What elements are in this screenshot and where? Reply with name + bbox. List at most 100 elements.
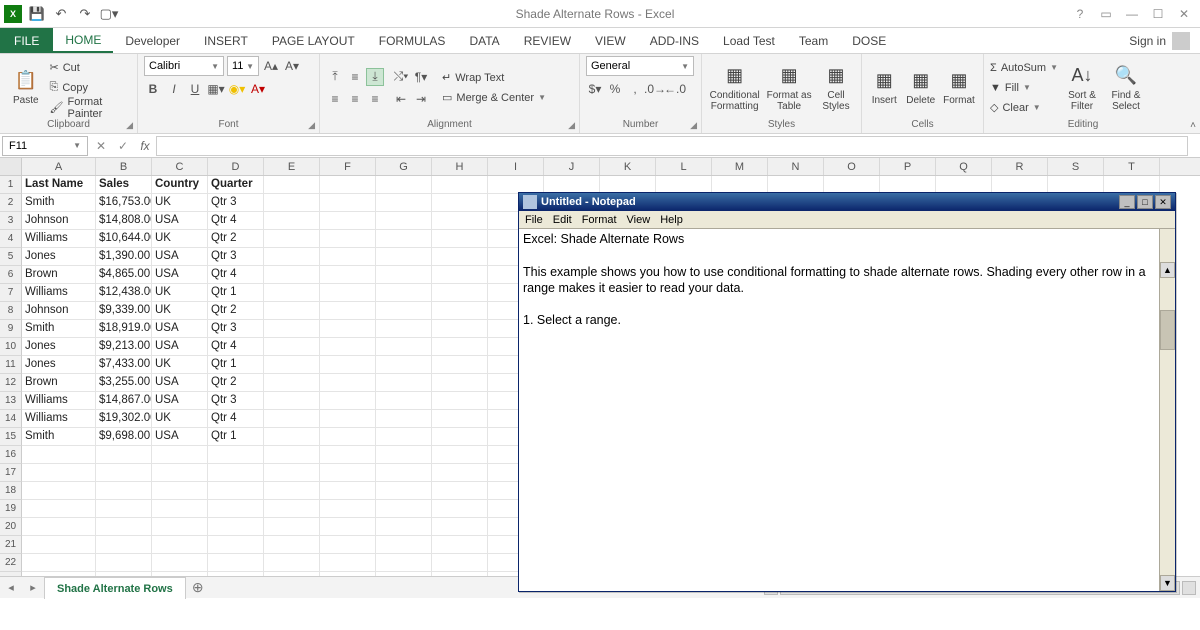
- fill-button[interactable]: ▼Fill▼: [990, 79, 1058, 97]
- cell[interactable]: $9,339.00: [96, 302, 152, 320]
- help-button[interactable]: ?: [1068, 4, 1092, 24]
- notepad-title-bar[interactable]: Untitled - Notepad _ □ ✕: [519, 193, 1175, 211]
- cell[interactable]: Qtr 4: [208, 410, 264, 428]
- column-header[interactable]: H: [432, 158, 488, 175]
- notepad-close-button[interactable]: ✕: [1155, 195, 1171, 209]
- cell[interactable]: [376, 284, 432, 302]
- cell[interactable]: [264, 230, 320, 248]
- column-header[interactable]: N: [768, 158, 824, 175]
- cell[interactable]: Qtr 4: [208, 212, 264, 230]
- cell[interactable]: [432, 410, 488, 428]
- cell[interactable]: [22, 500, 96, 518]
- row-header[interactable]: 19: [0, 500, 22, 518]
- cell[interactable]: [152, 446, 208, 464]
- cell[interactable]: [264, 500, 320, 518]
- cell[interactable]: [96, 554, 152, 572]
- row-header[interactable]: 5: [0, 248, 22, 266]
- cell[interactable]: [432, 374, 488, 392]
- cell[interactable]: Smith: [22, 320, 96, 338]
- tab-home[interactable]: HOME: [53, 28, 113, 53]
- insert-cells-button[interactable]: ▦Insert: [868, 69, 900, 106]
- cell[interactable]: [208, 554, 264, 572]
- cell[interactable]: Qtr 1: [208, 284, 264, 302]
- tab-file[interactable]: FILE: [0, 28, 53, 53]
- cell[interactable]: [432, 482, 488, 500]
- tab-view[interactable]: VIEW: [583, 28, 638, 53]
- row-header[interactable]: 18: [0, 482, 22, 500]
- cell[interactable]: [376, 464, 432, 482]
- scroll-down-icon[interactable]: ▼: [1160, 575, 1175, 591]
- cell[interactable]: [208, 464, 264, 482]
- cell[interactable]: [432, 554, 488, 572]
- cell[interactable]: [320, 356, 376, 374]
- cell[interactable]: [432, 536, 488, 554]
- cell[interactable]: [320, 284, 376, 302]
- row-header[interactable]: 22: [0, 554, 22, 572]
- cell[interactable]: [432, 212, 488, 230]
- column-header[interactable]: M: [712, 158, 768, 175]
- cell[interactable]: [152, 464, 208, 482]
- cell[interactable]: $10,644.00: [96, 230, 152, 248]
- cell[interactable]: [208, 446, 264, 464]
- cell[interactable]: Quarter: [208, 176, 264, 194]
- notepad-minimize-button[interactable]: _: [1119, 195, 1135, 209]
- cell[interactable]: [432, 284, 488, 302]
- cell[interactable]: [432, 320, 488, 338]
- cell[interactable]: [96, 446, 152, 464]
- italic-button[interactable]: I: [165, 80, 183, 98]
- autosum-button[interactable]: ΣAutoSum▼: [990, 59, 1058, 77]
- sheet-nav-next[interactable]: ▸: [22, 581, 44, 594]
- cell[interactable]: [432, 356, 488, 374]
- cell[interactable]: USA: [152, 212, 208, 230]
- percent-button[interactable]: %: [606, 80, 624, 98]
- cell[interactable]: [376, 230, 432, 248]
- cell[interactable]: USA: [152, 392, 208, 410]
- notepad-maximize-button[interactable]: □: [1137, 195, 1153, 209]
- cell[interactable]: [432, 446, 488, 464]
- paste-button[interactable]: 📋Paste: [6, 69, 46, 106]
- cell[interactable]: [320, 392, 376, 410]
- column-header[interactable]: F: [320, 158, 376, 175]
- align-center-button[interactable]: ≡: [346, 90, 364, 108]
- cell[interactable]: [320, 464, 376, 482]
- clear-button[interactable]: ◇Clear▼: [990, 99, 1058, 117]
- align-top-button[interactable]: ⤒: [326, 68, 344, 86]
- cell[interactable]: [376, 248, 432, 266]
- row-header[interactable]: 17: [0, 464, 22, 482]
- align-middle-button[interactable]: ≡: [346, 68, 364, 86]
- cell[interactable]: USA: [152, 338, 208, 356]
- cell[interactable]: [264, 572, 320, 576]
- cell[interactable]: Williams: [22, 284, 96, 302]
- column-header[interactable]: P: [880, 158, 936, 175]
- maximize-button[interactable]: ☐: [1146, 4, 1170, 24]
- cell[interactable]: Jones: [22, 248, 96, 266]
- cell[interactable]: [376, 194, 432, 212]
- cell[interactable]: [432, 266, 488, 284]
- cell[interactable]: USA: [152, 428, 208, 446]
- cell[interactable]: [432, 500, 488, 518]
- cell[interactable]: UK: [152, 284, 208, 302]
- cell[interactable]: [208, 500, 264, 518]
- cell[interactable]: [320, 248, 376, 266]
- cell[interactable]: [320, 230, 376, 248]
- decrease-decimal-button[interactable]: ←.0: [666, 80, 684, 98]
- cell[interactable]: [152, 572, 208, 576]
- cell[interactable]: [208, 482, 264, 500]
- cell[interactable]: USA: [152, 374, 208, 392]
- sheet-nav-prev[interactable]: ◂: [0, 581, 22, 594]
- ribbon-options-button[interactable]: ▭: [1094, 4, 1118, 24]
- cell[interactable]: [264, 248, 320, 266]
- cell[interactable]: [96, 482, 152, 500]
- cell[interactable]: [264, 518, 320, 536]
- cell[interactable]: [376, 374, 432, 392]
- cell[interactable]: [264, 194, 320, 212]
- cell[interactable]: Qtr 3: [208, 320, 264, 338]
- cell[interactable]: [264, 482, 320, 500]
- row-header[interactable]: 16: [0, 446, 22, 464]
- cell[interactable]: Last Name: [22, 176, 96, 194]
- find-select-button[interactable]: 🔍Find & Select: [1106, 64, 1146, 112]
- cell[interactable]: Smith: [22, 194, 96, 212]
- column-header[interactable]: R: [992, 158, 1048, 175]
- row-header[interactable]: 4: [0, 230, 22, 248]
- column-header[interactable]: L: [656, 158, 712, 175]
